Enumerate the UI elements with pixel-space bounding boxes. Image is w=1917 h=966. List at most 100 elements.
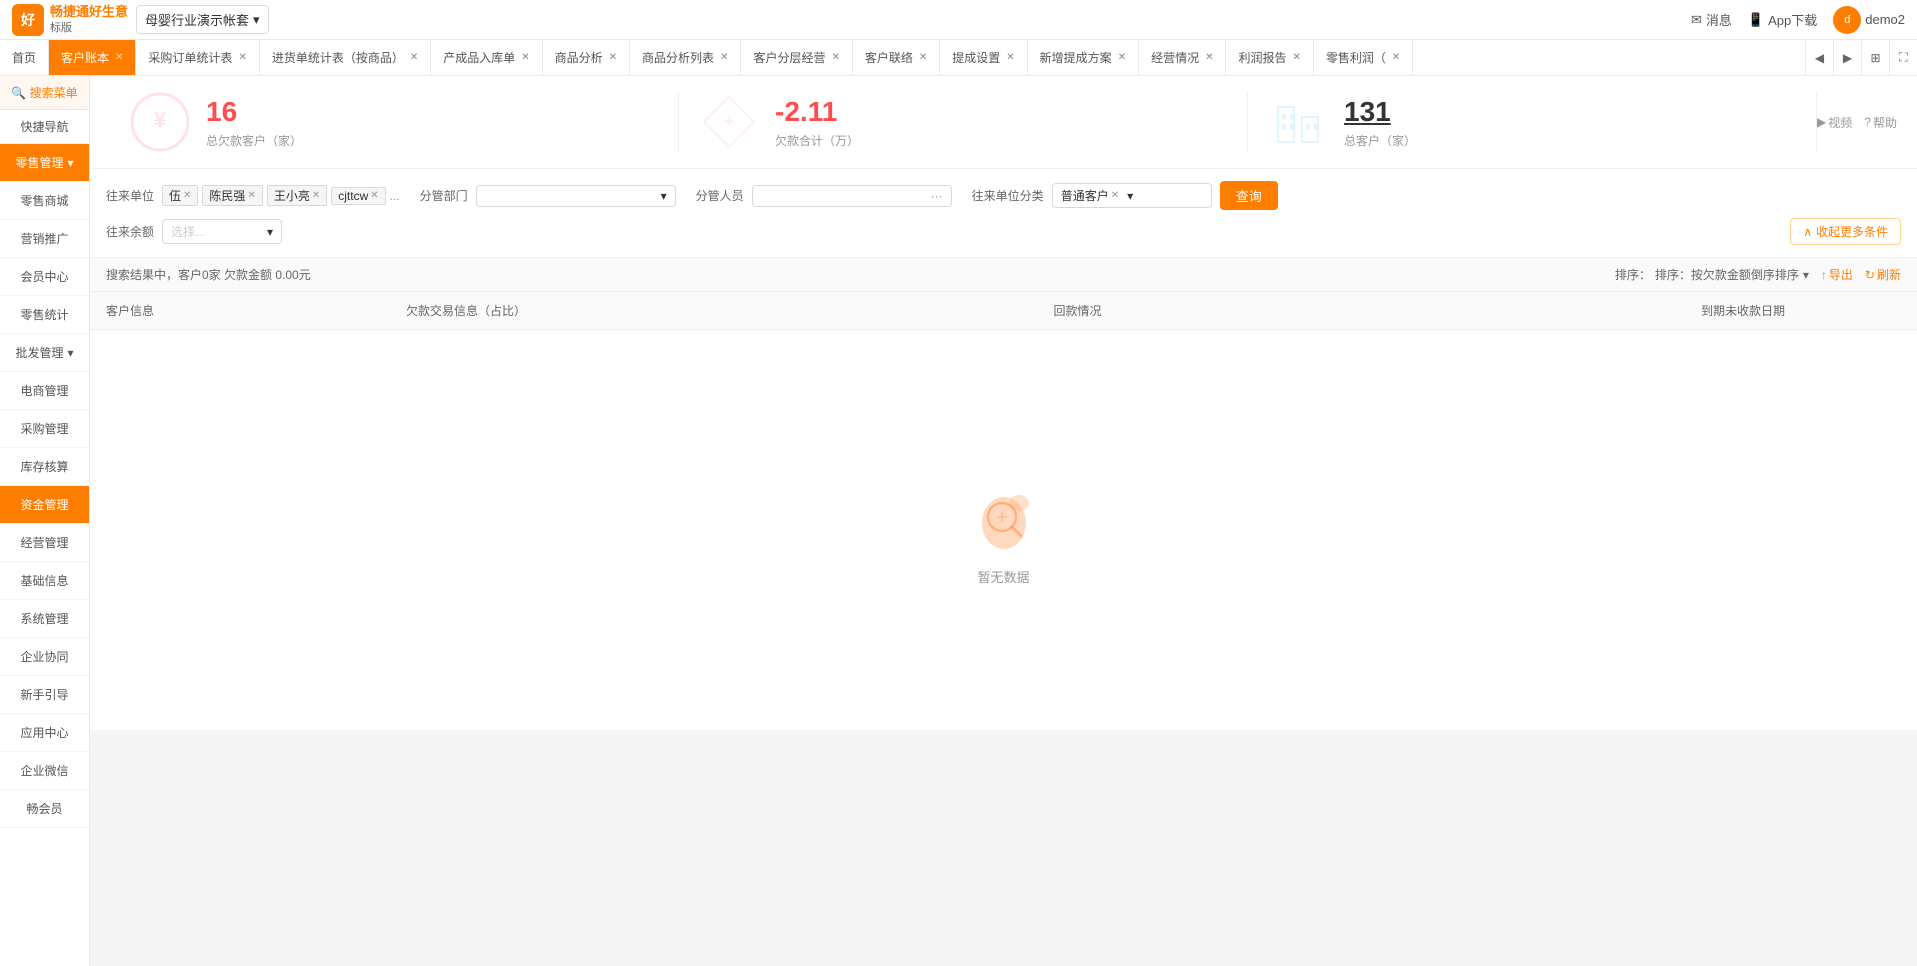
nav-tab-customer-contact[interactable]: 客户联络 ✕ [853,40,940,76]
filter-label-unit: 往来单位 [106,187,154,204]
nav-tab-new-commission[interactable]: 新增提成方案 ✕ [1028,40,1139,76]
close-tab-9[interactable]: ✕ [1006,52,1014,63]
nav-prev-btn[interactable]: ◀ [1805,40,1833,76]
filter-tag-chen[interactable]: 陈民强 ✕ [202,185,262,206]
more-person-icon: ··· [931,189,943,203]
empty-icon [964,475,1044,555]
sidebar-item-retail[interactable]: 零售管理 ▾ [0,144,89,182]
filter-tag-wu[interactable]: 伍 ✕ [162,185,198,206]
main-content: ¥ 16 总欠款客户（家） ✦ -2.11 欠款合计（ [90,76,1917,966]
remove-tag-wu[interactable]: ✕ [183,190,191,201]
export-btn[interactable]: ↑ 导出 [1821,266,1853,283]
sidebar-item-marketing[interactable]: 营销推广 [0,220,89,258]
sidebar-item-wholesale[interactable]: 批发管理 ▾ [0,334,89,372]
remove-tag-chen[interactable]: ✕ [247,190,255,201]
sidebar-item-wechat[interactable]: 企业微信 [0,752,89,790]
close-tab-11[interactable]: ✕ [1205,52,1213,63]
close-tab-12[interactable]: ✕ [1293,52,1301,63]
chevron-down-balance: ▾ [267,225,273,239]
sidebar-item-basic-info[interactable]: 基础信息 [0,562,89,600]
filter-select-person[interactable]: ··· [752,185,952,207]
chevron-down-class: ▾ [1127,189,1133,203]
app-download-btn[interactable]: 📱 App下载 [1748,10,1817,29]
collapse-filters-btn[interactable]: ∧ 收起更多条件 [1790,218,1901,245]
stat-number-customers: 16 [206,96,302,128]
nav-tab-customer-ledger[interactable]: 客户账本 ✕ [49,40,136,76]
sidebar-item-membership[interactable]: 会员中心 [0,258,89,296]
close-tab-customer-ledger[interactable]: ✕ [115,52,123,63]
sidebar-item-finance[interactable]: 资金管理 [0,486,89,524]
close-tab-4[interactable]: ✕ [521,52,529,63]
filter-select-balance[interactable]: 选择... ▾ [162,219,282,244]
close-tab-3[interactable]: ✕ [410,52,418,63]
sidebar-quick-nav[interactable]: 快捷导航 [0,110,89,144]
sidebar-item-enterprise[interactable]: 企业协同 [0,638,89,676]
close-tab-6[interactable]: ✕ [720,52,728,63]
nav-tab-goods-in[interactable]: 进货单统计表（按商品） ✕ [260,40,431,76]
workspace-selector[interactable]: 母婴行业演示帐套 ▾ [136,5,269,34]
filter-tag-normal[interactable]: 普通客户 ✕ [1061,187,1119,204]
close-tab-13[interactable]: ✕ [1392,52,1400,63]
filter-select-dept[interactable]: ▾ [476,185,676,207]
nav-tab-production[interactable]: 产成品入库单 ✕ [431,40,542,76]
close-tab-7[interactable]: ✕ [831,52,839,63]
sidebar-item-system[interactable]: 系统管理 [0,600,89,638]
stat-number-debt: -2.11 [775,96,859,128]
remove-tag-wang[interactable]: ✕ [312,190,320,201]
nav-tab-profit-report[interactable]: 利润报告 ✕ [1226,40,1313,76]
sidebar-item-retail-store[interactable]: 零售商城 [0,182,89,220]
user-menu[interactable]: d demo2 [1833,6,1905,34]
col-debt-info: 欠款交易信息（占比） [406,302,1054,319]
sidebar-search[interactable]: 🔍 搜索菜单 [0,76,89,110]
refresh-btn[interactable]: ↻ 刷新 [1865,266,1901,283]
filter-tag-cjttcw[interactable]: cjttcw ✕ [331,187,385,205]
nav-tab-business[interactable]: 经营情况 ✕ [1139,40,1226,76]
filter-label-dept: 分管部门 [420,187,468,204]
sidebar-item-member[interactable]: 畅会员 [0,790,89,828]
stat-total-customers: ¥ 16 总欠款客户（家） [110,92,679,152]
sidebar-item-guide[interactable]: 新手引导 [0,676,89,714]
close-tab-5[interactable]: ✕ [609,52,617,63]
close-tab-10[interactable]: ✕ [1118,52,1126,63]
sidebar-item-inventory[interactable]: 库存核算 [0,448,89,486]
query-button[interactable]: 查询 [1220,181,1278,210]
sidebar-item-purchase[interactable]: 采购管理 [0,410,89,448]
nav-tab-customer-layer[interactable]: 客户分层经营 ✕ [741,40,852,76]
results-summary: 搜索结果中，客户0家 欠款金额 0.00元 [106,266,311,283]
logo-area: 好 畅捷通好生意 标版 [12,4,128,36]
sidebar-item-apps[interactable]: 应用中心 [0,714,89,752]
nav-tab-home[interactable]: 首页 [0,40,49,76]
nav-fullscreen-btn[interactable]: ⛶ [1889,40,1917,76]
chevron-down-sort: ▾ [1803,268,1809,282]
close-tab-8[interactable]: ✕ [919,52,927,63]
filter-row-1: 往来单位 伍 ✕ 陈民强 ✕ 王小亮 ✕ cjttcw ✕ ... 分管部门 ▾… [106,181,1901,210]
svg-text:✦: ✦ [722,114,735,131]
nav-expand-btn[interactable]: ⊞ [1861,40,1889,76]
remove-tag-cjttcw[interactable]: ✕ [370,190,378,201]
help-btn[interactable]: ? 帮助 [1864,114,1897,131]
close-tab-2[interactable]: ✕ [238,52,246,63]
video-help-btn[interactable]: ▶ 视频 [1817,114,1852,131]
sidebar-item-ecommerce[interactable]: 电商管理 [0,372,89,410]
stat-label-customers: 总欠款客户（家） [206,132,302,149]
sort-selector[interactable]: 排序： 排序：按欠款金额倒序排序 ▾ [1615,266,1809,283]
message-btn[interactable]: ✉ 消息 [1691,10,1732,29]
remove-tag-normal[interactable]: ✕ [1111,190,1119,201]
filter-select-classification[interactable]: 普通客户 ✕ ▾ [1052,183,1212,208]
nav-tab-purchase-order[interactable]: 采购订单统计表 ✕ [136,40,259,76]
nav-tab-retail-profit[interactable]: 零售利润（ ✕ [1314,40,1413,76]
nav-tab-product-list[interactable]: 商品分析列表 ✕ [630,40,741,76]
message-icon: ✉ [1691,12,1702,28]
app-body: 🔍 搜索菜单 快捷导航 零售管理 ▾ 零售商城 营销推广 会员中心 零售统计 批… [0,76,1917,966]
filter-more-tags[interactable]: ... [390,189,400,203]
sidebar-item-operations[interactable]: 经营管理 [0,524,89,562]
empty-text: 暂无数据 [964,567,1044,586]
nav-tab-commission-settings[interactable]: 提成设置 ✕ [940,40,1027,76]
top-bar-left: 好 畅捷通好生意 标版 母婴行业演示帐套 ▾ [12,4,269,36]
stats-bar: ¥ 16 总欠款客户（家） ✦ -2.11 欠款合计（ [90,76,1917,169]
export-icon: ↑ [1821,268,1827,282]
sidebar-item-retail-stats[interactable]: 零售统计 [0,296,89,334]
nav-tab-product-analysis[interactable]: 商品分析 ✕ [543,40,630,76]
filter-tag-wang[interactable]: 王小亮 ✕ [267,185,327,206]
nav-next-btn[interactable]: ▶ [1833,40,1861,76]
